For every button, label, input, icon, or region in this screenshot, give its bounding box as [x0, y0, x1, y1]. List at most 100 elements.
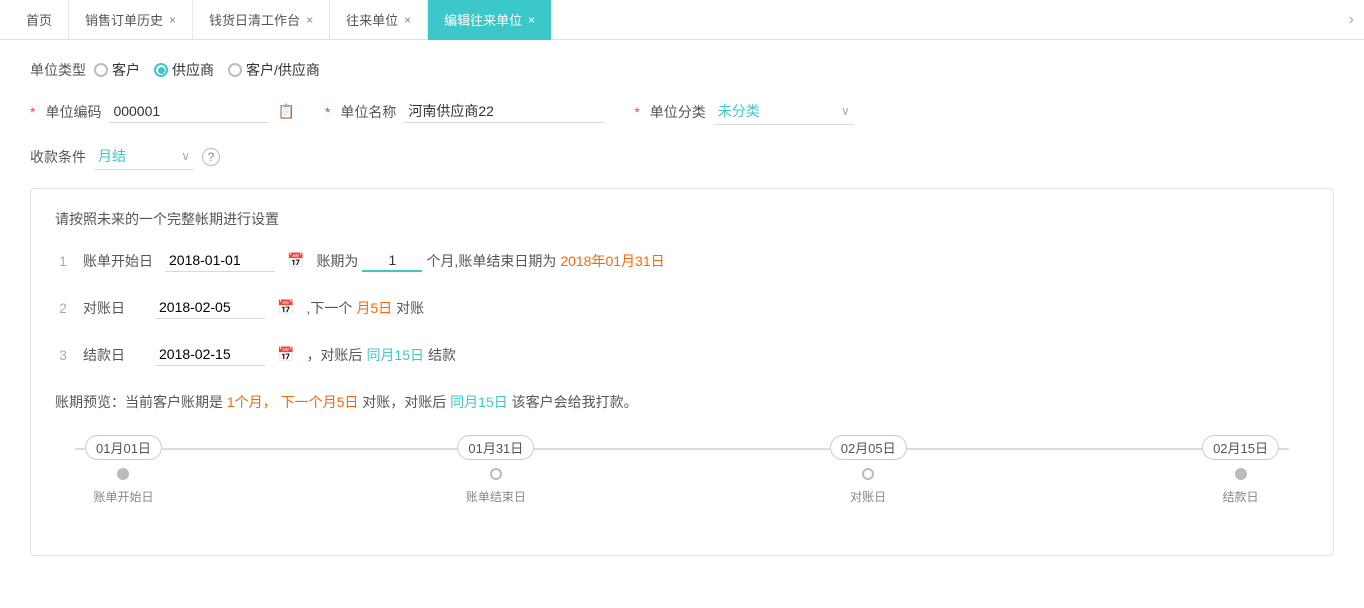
- timeline-dot-2: [490, 468, 502, 480]
- date-row-3: 3 结款日 📅 ，对账后 同月15日 结款: [55, 343, 1309, 366]
- highlight-date-2: 月5日: [356, 298, 392, 318]
- date-input-3[interactable]: [155, 343, 265, 366]
- radio-group-unit-type: 客户 供应商 客户/供应商: [94, 60, 320, 80]
- preview-part1: 1个月，: [227, 394, 277, 410]
- required-star-category: *: [634, 104, 639, 120]
- desc-suffix-1: 个月,账单结束日期为: [426, 251, 556, 271]
- timeline-badge-1: 01月01日: [85, 435, 162, 460]
- preview-suffix: 该客户会给我打款。: [512, 394, 638, 410]
- radio-circle-customer: [94, 63, 108, 77]
- unit-code-input[interactable]: [109, 100, 269, 123]
- row-label-3: 结款日: [83, 345, 143, 365]
- radio-both-label: 客户/供应商: [246, 60, 320, 80]
- preview-prefix: 账期预览：当前客户账期是: [55, 394, 223, 410]
- required-star-code: *: [30, 104, 35, 120]
- preview-middle: 对账，对账后: [362, 394, 446, 410]
- unit-category-label: 单位分类: [650, 102, 706, 122]
- tab-edit-partner-label: 编辑往来单位: [444, 10, 522, 29]
- timeline: 01月01日 账单开始日 01月31日 账单结束日 02月05日 对账日 02月…: [55, 435, 1309, 535]
- unit-type-group: 单位类型 客户 供应商 客户/供应商: [30, 60, 320, 80]
- settings-title: 请按照未来的一个完整帐期进行设置: [55, 209, 1309, 229]
- payment-condition-label: 收款条件: [30, 147, 86, 167]
- timeline-point-2: 01月31日 账单结束日: [457, 435, 534, 505]
- desc-suffix-3: 结款: [428, 345, 456, 365]
- desc-prefix-3: ，对账后: [306, 345, 362, 365]
- calendar-icon-3[interactable]: 📅: [277, 346, 294, 363]
- radio-circle-both: [228, 63, 242, 77]
- timeline-label-2: 账单结束日: [466, 488, 526, 505]
- date-input-1[interactable]: [165, 249, 275, 272]
- date-input-2[interactable]: [155, 296, 265, 319]
- desc-prefix-1: 账期为: [316, 251, 358, 271]
- tabs-more-icon[interactable]: ›: [1349, 11, 1354, 29]
- timeline-dot-3: [862, 468, 874, 480]
- radio-dot-supplier: [158, 67, 165, 74]
- preview-part2: 下一个月5日: [281, 394, 359, 410]
- timeline-label-4: 结款日: [1223, 488, 1259, 505]
- radio-circle-supplier: [154, 63, 168, 77]
- timeline-label-1: 账单开始日: [93, 488, 153, 505]
- settings-box: 请按照未来的一个完整帐期进行设置 1 账单开始日 📅 账期为 个月,账单结束日期…: [30, 188, 1334, 556]
- radio-both[interactable]: 客户/供应商: [228, 60, 320, 80]
- radio-supplier[interactable]: 供应商: [154, 60, 214, 80]
- timeline-badge-3: 02月05日: [830, 435, 907, 460]
- unit-category-group: * 单位分类 未分类 ∨: [634, 98, 853, 125]
- row-num-3: 3: [55, 347, 71, 363]
- preview-part3: 同月15日: [450, 394, 508, 410]
- desc-suffix-2: 对账: [396, 298, 424, 318]
- tab-edit-partner[interactable]: 编辑往来单位 ×: [428, 0, 552, 40]
- unit-code-label: 单位编码: [45, 102, 101, 122]
- radio-customer[interactable]: 客户: [94, 60, 140, 80]
- tab-cash-work-label: 钱货日清工作台: [209, 10, 300, 29]
- calendar-icon-2[interactable]: 📅: [277, 299, 294, 316]
- timeline-point-4: 02月15日 结款日: [1202, 435, 1279, 505]
- tab-sales-history-label: 销售订单历史: [85, 10, 163, 29]
- date-row-2: 2 对账日 📅 ,下一个 月5日 对账: [55, 296, 1309, 319]
- tab-home-label: 首页: [26, 10, 52, 29]
- unit-category-select[interactable]: 未分类 ∨: [714, 98, 854, 125]
- chevron-down-icon: ∨: [841, 104, 850, 118]
- unit-category-value: 未分类: [718, 101, 837, 121]
- row-num-2: 2: [55, 300, 71, 316]
- close-icon[interactable]: ×: [169, 13, 176, 27]
- timeline-badge-4: 02月15日: [1202, 435, 1279, 460]
- highlight-date-3: 同月15日: [366, 345, 424, 365]
- payment-condition-value: 月结: [98, 146, 177, 166]
- row-desc-1: 账期为 个月,账单结束日期为 2018年01月31日: [316, 250, 664, 272]
- unit-code-group: * 单位编码 📋: [30, 100, 295, 123]
- timeline-dot-1: [117, 468, 129, 480]
- row-label-2: 对账日: [83, 298, 143, 318]
- copy-icon[interactable]: 📋: [277, 103, 294, 120]
- date-row-1: 1 账单开始日 📅 账期为 个月,账单结束日期为 2018年01月31日: [55, 249, 1309, 272]
- timeline-label-3: 对账日: [850, 488, 886, 505]
- unit-name-label: 单位名称: [340, 102, 396, 122]
- radio-customer-label: 客户: [112, 60, 140, 80]
- help-icon[interactable]: ?: [202, 148, 220, 166]
- desc-prefix-2: ,下一个: [306, 298, 352, 318]
- unit-name-input[interactable]: [404, 100, 604, 123]
- payment-condition-group: 收款条件 月结 ∨ ?: [30, 143, 220, 170]
- tab-sales-history[interactable]: 销售订单历史 ×: [69, 0, 193, 40]
- tab-home[interactable]: 首页: [10, 0, 69, 40]
- payment-condition-row: 收款条件 月结 ∨ ?: [30, 143, 1334, 170]
- close-icon[interactable]: ×: [306, 13, 313, 27]
- required-star-name: *: [325, 104, 330, 120]
- tab-partner[interactable]: 往来单位 ×: [330, 0, 428, 40]
- timeline-points: 01月01日 账单开始日 01月31日 账单结束日 02月05日 对账日 02月…: [85, 435, 1279, 505]
- close-icon[interactable]: ×: [528, 13, 535, 27]
- close-icon[interactable]: ×: [404, 13, 411, 27]
- tabs-bar: 首页 销售订单历史 × 钱货日清工作台 × 往来单位 × 编辑往来单位 × ›: [0, 0, 1364, 40]
- timeline-badge-2: 01月31日: [457, 435, 534, 460]
- timeline-point-3: 02月05日 对账日: [830, 435, 907, 505]
- tab-cash-work[interactable]: 钱货日清工作台 ×: [193, 0, 330, 40]
- unit-type-label: 单位类型: [30, 60, 86, 80]
- row-label-1: 账单开始日: [83, 251, 153, 271]
- period-input[interactable]: [362, 250, 422, 272]
- payment-condition-select[interactable]: 月结 ∨: [94, 143, 194, 170]
- row-desc-2: ,下一个 月5日 对账: [306, 298, 424, 318]
- chevron-down-icon: ∨: [181, 149, 190, 163]
- unit-detail-row: * 单位编码 📋 * 单位名称 * 单位分类 未分类 ∨: [30, 98, 1334, 125]
- unit-type-row: 单位类型 客户 供应商 客户/供应商: [30, 60, 1334, 80]
- timeline-point-1: 01月01日 账单开始日: [85, 435, 162, 505]
- calendar-icon-1[interactable]: 📅: [287, 252, 304, 269]
